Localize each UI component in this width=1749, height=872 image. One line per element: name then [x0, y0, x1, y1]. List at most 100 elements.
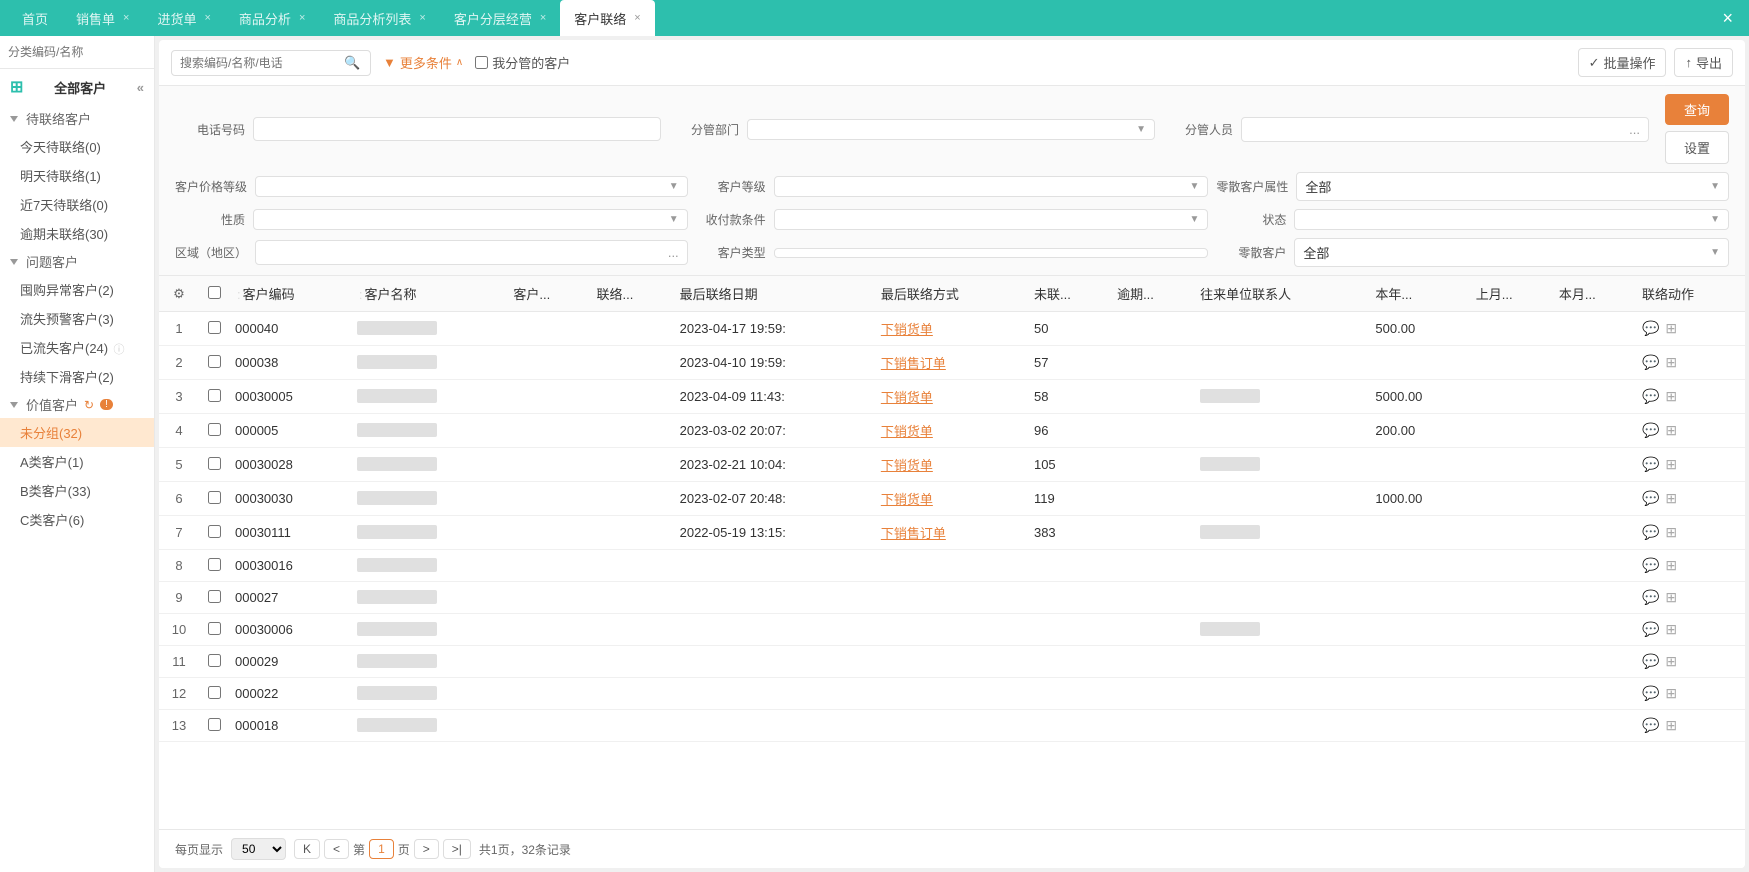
row-checkbox[interactable] — [208, 525, 221, 538]
contact-method-link[interactable]: 下销货单 — [881, 492, 933, 507]
section-pending-contact[interactable]: 待联络客户 — [0, 105, 154, 132]
phone-input[interactable] — [253, 117, 661, 141]
tab-customer-tier[interactable]: 客户分层经营 × — [440, 0, 560, 36]
row-checkbox-cell[interactable] — [199, 550, 229, 582]
row-checkbox[interactable] — [208, 491, 221, 504]
tab-customer-contact[interactable]: 客户联络 × — [560, 0, 654, 36]
sidebar-item-7days[interactable]: 近7天待联络(0) — [0, 190, 154, 219]
sidebar-item-class-a[interactable]: A类客户(1) — [0, 447, 154, 476]
tab-purchase-close[interactable]: × — [204, 12, 210, 24]
grid-action-icon[interactable]: ⊞ — [1665, 717, 1677, 734]
tab-product-analysis-list-close[interactable]: × — [419, 12, 425, 24]
col-settings[interactable]: ⚙ — [159, 276, 199, 312]
sidebar-item-abnormal[interactable]: 囤购异常客户(2) — [0, 275, 154, 304]
message-icon[interactable]: 💬 — [1642, 388, 1659, 405]
search-icon[interactable]: 🔍 — [344, 55, 360, 71]
settings-icon[interactable]: ⚙ — [173, 286, 185, 301]
tab-customer-contact-close[interactable]: × — [634, 12, 640, 24]
my-customers-checkbox[interactable] — [475, 56, 488, 69]
region-select[interactable]: ... — [255, 240, 688, 265]
select-all-checkbox[interactable] — [208, 286, 221, 299]
sidebar-item-churned[interactable]: 已流失客户(24) ⓘ — [0, 333, 154, 362]
page-size-select[interactable]: 50 100 200 — [231, 838, 286, 860]
message-icon[interactable]: 💬 — [1642, 422, 1659, 439]
tab-sales-close[interactable]: × — [123, 12, 129, 24]
row-checkbox[interactable] — [208, 654, 221, 667]
row-checkbox[interactable] — [208, 423, 221, 436]
sidebar-item-class-b[interactable]: B类客户(33) — [0, 476, 154, 505]
col-checkbox[interactable] — [199, 276, 229, 312]
sidebar-item-tomorrow[interactable]: 明天待联络(1) — [0, 161, 154, 190]
grid-action-icon[interactable]: ⊞ — [1665, 557, 1677, 574]
more-conditions-button[interactable]: ▼ 更多条件 ∧ — [383, 53, 463, 72]
cust-type-select[interactable] — [774, 248, 1209, 258]
manager-select[interactable]: ... — [1241, 117, 1649, 142]
row-checkbox[interactable] — [208, 457, 221, 470]
status-select[interactable]: ▼ — [1294, 209, 1729, 230]
export-button[interactable]: ↑ 导出 — [1674, 48, 1733, 77]
contact-method-link[interactable]: 下销货单 — [881, 424, 933, 439]
all-customers-header[interactable]: ⊞ 全部客户 « — [0, 69, 154, 105]
section-value-customers[interactable]: 价值客户 ↻ ! — [0, 391, 154, 418]
row-checkbox-cell[interactable] — [199, 710, 229, 742]
row-checkbox[interactable] — [208, 686, 221, 699]
nature-select[interactable]: ▼ — [253, 209, 688, 230]
my-customers-checkbox-area[interactable]: 我分管的客户 — [475, 53, 570, 72]
batch-operation-button[interactable]: ✓ 批量操作 — [1578, 48, 1667, 77]
zero-cust-select[interactable]: 全部 ▼ — [1294, 238, 1729, 267]
grid-action-icon[interactable]: ⊞ — [1665, 490, 1677, 507]
prev-page-button[interactable]: < — [324, 839, 349, 859]
grid-action-icon[interactable]: ⊞ — [1665, 621, 1677, 638]
grid-action-icon[interactable]: ⊞ — [1665, 685, 1677, 702]
tab-product-analysis[interactable]: 商品分析 × — [225, 0, 319, 36]
search-box[interactable]: 🔍 — [171, 50, 371, 76]
row-checkbox-cell[interactable] — [199, 482, 229, 516]
first-page-button[interactable]: K — [294, 839, 320, 859]
message-icon[interactable]: 💬 — [1642, 354, 1659, 371]
search-input[interactable] — [180, 56, 340, 70]
row-checkbox-cell[interactable] — [199, 380, 229, 414]
price-level-select[interactable]: ▼ — [255, 176, 688, 197]
row-checkbox[interactable] — [208, 590, 221, 603]
tab-product-analysis-list[interactable]: 商品分析列表 × — [319, 0, 439, 36]
tab-customer-tier-close[interactable]: × — [540, 12, 546, 24]
message-icon[interactable]: 💬 — [1642, 524, 1659, 541]
zero-attr-select[interactable]: 全部 ▼ — [1296, 172, 1729, 201]
contact-method-link[interactable]: 下销货单 — [881, 322, 933, 337]
grid-action-icon[interactable]: ⊞ — [1665, 524, 1677, 541]
tab-home[interactable]: 首页 — [8, 0, 62, 36]
sidebar-item-overdue[interactable]: 逾期未联络(30) — [0, 219, 154, 248]
row-checkbox[interactable] — [208, 718, 221, 731]
sidebar-item-class-c[interactable]: C类客户(6) — [0, 505, 154, 534]
contact-method-link[interactable]: 下销货单 — [881, 458, 933, 473]
grid-action-icon[interactable]: ⊞ — [1665, 456, 1677, 473]
row-checkbox-cell[interactable] — [199, 678, 229, 710]
message-icon[interactable]: 💬 — [1642, 685, 1659, 702]
message-icon[interactable]: 💬 — [1642, 621, 1659, 638]
contact-method-link[interactable]: 下销售订单 — [881, 526, 946, 541]
grid-action-icon[interactable]: ⊞ — [1665, 589, 1677, 606]
sidebar-item-churn-warning[interactable]: 流失预警客户(3) — [0, 304, 154, 333]
cust-level-select[interactable]: ▼ — [774, 176, 1209, 197]
query-button[interactable]: 查询 — [1665, 94, 1729, 125]
message-icon[interactable]: 💬 — [1642, 589, 1659, 606]
row-checkbox-cell[interactable] — [199, 516, 229, 550]
row-checkbox[interactable] — [208, 622, 221, 635]
message-icon[interactable]: 💬 — [1642, 320, 1659, 337]
grid-action-icon[interactable]: ⊞ — [1665, 320, 1677, 337]
row-checkbox[interactable] — [208, 355, 221, 368]
close-all-button[interactable]: × — [1714, 8, 1741, 29]
grid-action-icon[interactable]: ⊞ — [1665, 388, 1677, 405]
message-icon[interactable]: 💬 — [1642, 456, 1659, 473]
message-icon[interactable]: 💬 — [1642, 653, 1659, 670]
grid-action-icon[interactable]: ⊞ — [1665, 653, 1677, 670]
row-checkbox-cell[interactable] — [199, 414, 229, 448]
reset-button[interactable]: 设置 — [1665, 131, 1729, 164]
row-checkbox[interactable] — [208, 321, 221, 334]
refresh-icon[interactable]: ↻ — [84, 398, 94, 412]
row-checkbox-cell[interactable] — [199, 448, 229, 482]
row-checkbox-cell[interactable] — [199, 312, 229, 346]
message-icon[interactable]: 💬 — [1642, 490, 1659, 507]
sidebar-search-input[interactable] — [8, 45, 155, 59]
sidebar-item-today[interactable]: 今天待联络(0) — [0, 132, 154, 161]
